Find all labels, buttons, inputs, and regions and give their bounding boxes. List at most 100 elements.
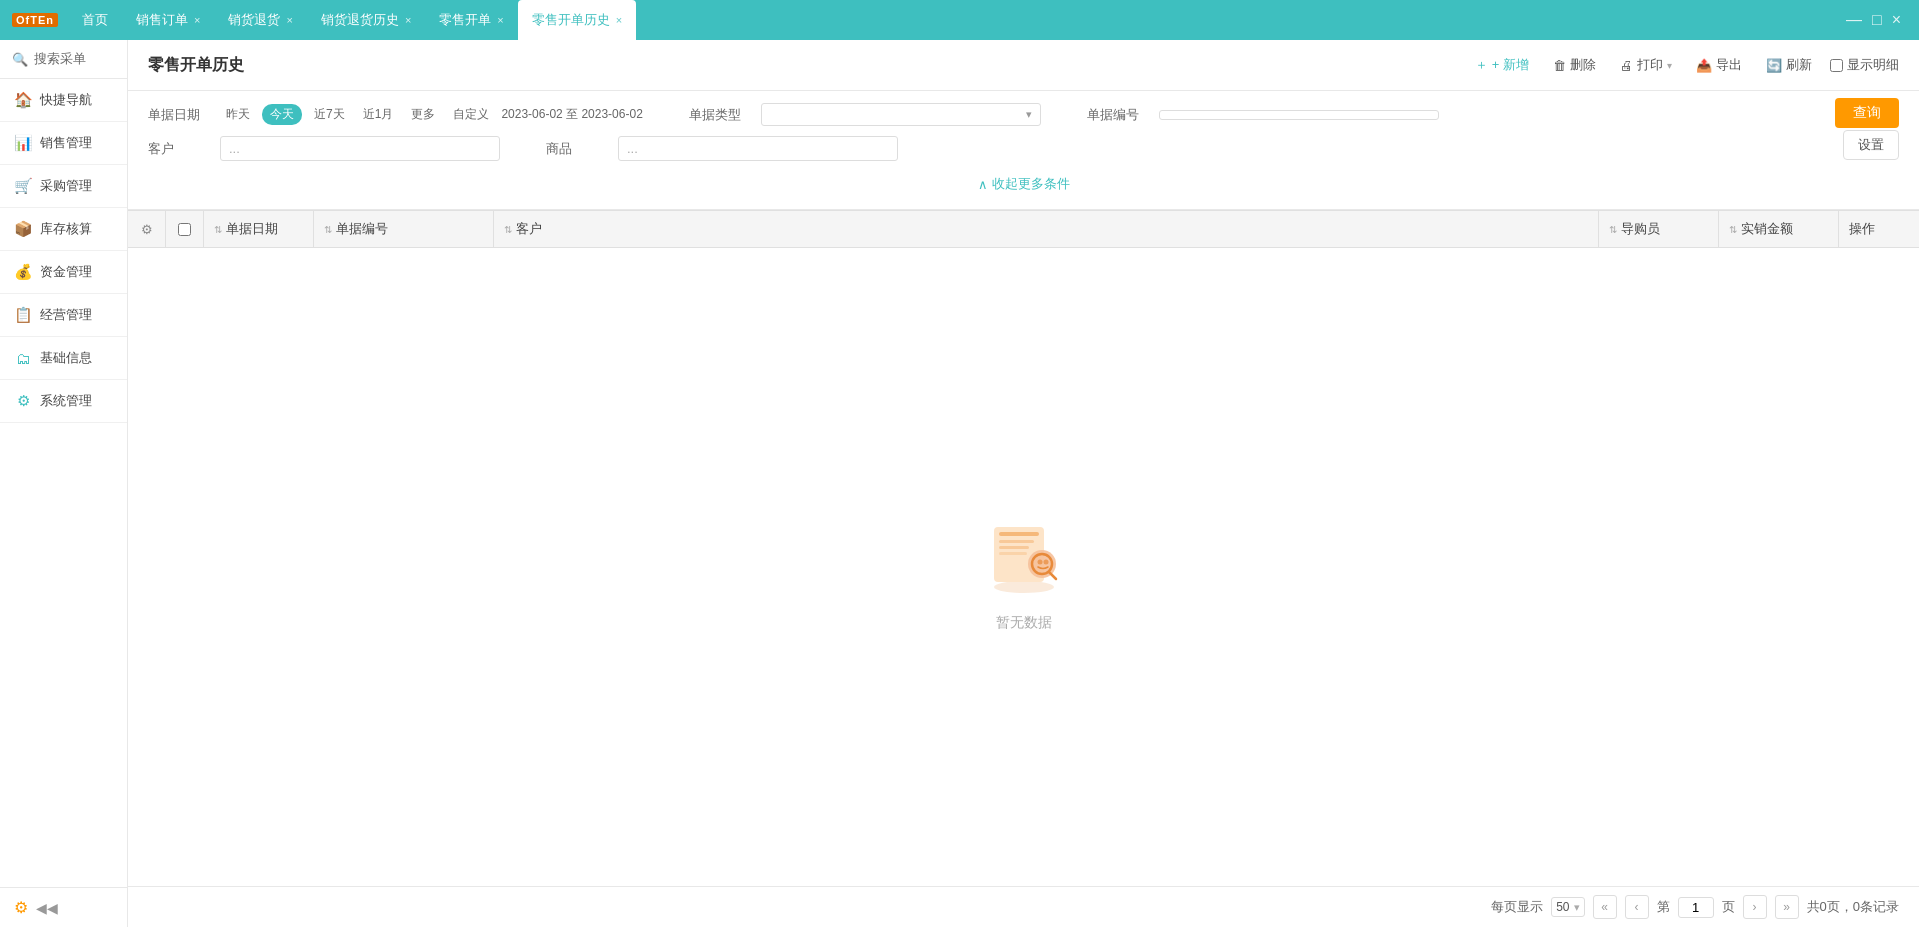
settings-icon[interactable]: ⚙ [14,898,28,917]
sidebar-item-finance-label: 资金管理 [40,263,92,281]
tab-sales-return-history[interactable]: 销货退货历史 × [307,0,425,40]
type-filter-select[interactable]: ▾ [761,103,1041,126]
th-date-sort-icon[interactable]: ⇅ [214,224,222,235]
inventory-icon: 📦 [14,220,32,238]
tab-sales-order[interactable]: 销售订单 × [122,0,214,40]
operation-icon: 📋 [14,306,32,324]
th-amount-sort-icon[interactable]: ⇅ [1729,224,1737,235]
th-guide: ⇅ 导购员 [1599,211,1719,247]
date-btn-today[interactable]: 今天 [262,104,302,125]
sidebar-bottom: ⚙ ◀◀ [0,887,127,927]
purchase-mgmt-icon: 🛒 [14,177,32,195]
per-page-select[interactable]: 50 ▾ [1551,897,1584,917]
sys-mgmt-icon: ⚙ [14,392,32,410]
content-area: 零售开单历史 ＋ + 新增 🗑 删除 🖨 打印 ▾ 📤 导出 [128,40,1919,927]
svg-rect-5 [999,552,1027,555]
select-all-checkbox[interactable] [178,223,191,236]
goods-filter-label: 商品 [546,140,602,158]
th-num-label: 单据编号 [336,220,388,238]
page-header: 零售开单历史 ＋ + 新增 🗑 删除 🖨 打印 ▾ 📤 导出 [128,40,1919,91]
tab-sales-return-close[interactable]: × [286,14,292,26]
tab-sales-return[interactable]: 销货退货 × [214,0,306,40]
filter-row-1: 单据日期 昨天 今天 近7天 近1月 更多 自定义 2023-06-02 至 2… [148,103,1899,126]
prev-page-icon: ‹ [1635,900,1639,914]
delete-button[interactable]: 🗑 删除 [1547,52,1602,78]
collapse-sidebar-icon[interactable]: ◀◀ [36,900,58,916]
search-icon: 🔍 [12,52,28,67]
refresh-button[interactable]: 🔄 刷新 [1760,52,1818,78]
refresh-label: 刷新 [1786,56,1812,74]
sales-mgmt-icon: 📊 [14,134,32,152]
settings-button[interactable]: 设置 [1843,130,1899,160]
sidebar-item-finance[interactable]: 💰 资金管理 [0,251,127,294]
sidebar-item-quick-nav-label: 快捷导航 [40,91,92,109]
print-button[interactable]: 🖨 打印 ▾ [1614,52,1678,78]
tab-sales-return-history-close[interactable]: × [405,14,411,26]
th-num-sort-icon[interactable]: ⇅ [324,224,332,235]
sidebar-item-inventory[interactable]: 📦 库存核算 [0,208,127,251]
svg-point-0 [994,581,1054,593]
client-filter-placeholder: ... [229,141,240,156]
table-select-all[interactable] [166,211,204,247]
add-label: + 新增 [1492,56,1529,74]
num-filter-input[interactable] [1159,110,1439,120]
sidebar-item-quick-nav[interactable]: 🏠 快捷导航 [0,79,127,122]
tab-home[interactable]: 首页 [68,0,122,40]
client-filter-input[interactable]: ... [220,136,500,161]
table-settings-button[interactable]: ⚙ [128,211,166,247]
query-button[interactable]: 查询 [1835,98,1899,128]
quick-nav-icon: 🏠 [14,91,32,109]
goods-filter-input[interactable]: ... [618,136,898,161]
sidebar: 🔍 搜索采单 🏠 快捷导航 📊 销售管理 🛒 采购管理 📦 库存核算 💰 资金管… [0,40,128,927]
print-arrow-icon: ▾ [1667,60,1672,71]
date-filters: 昨天 今天 近7天 近1月 更多 自定义 2023-06-02 至 2023-0… [220,104,643,125]
sidebar-search[interactable]: 🔍 搜索采单 [0,40,127,79]
filter-row-2: 客户 ... 商品 ... [148,136,1899,161]
export-button[interactable]: 📤 导出 [1690,52,1748,78]
th-date-label: 单据日期 [226,220,278,238]
tab-retail-open-label: 零售开单 [439,11,491,29]
th-client-sort-icon[interactable]: ⇅ [504,224,512,235]
maximize-icon[interactable]: □ [1872,11,1882,29]
tab-sales-order-close[interactable]: × [194,14,200,26]
last-page-button[interactable]: » [1775,895,1799,919]
sidebar-item-operation[interactable]: 📋 经营管理 [0,294,127,337]
date-btn-more[interactable]: 更多 [405,104,441,125]
date-btn-yesterday[interactable]: 昨天 [220,104,256,125]
goods-filter-placeholder: ... [627,141,638,156]
collapse-more-button[interactable]: ∧ 收起更多条件 [148,171,1899,197]
minimize-icon[interactable]: — [1846,11,1862,29]
th-guide-sort-icon[interactable]: ⇅ [1609,224,1617,235]
close-window-icon[interactable]: × [1892,11,1901,29]
display-detail-input[interactable] [1830,59,1843,72]
tab-retail-open[interactable]: 零售开单 × [425,0,517,40]
svg-point-10 [1043,560,1048,565]
first-page-button[interactable]: « [1593,895,1617,919]
date-btn-custom[interactable]: 自定义 [447,104,495,125]
prev-page-button[interactable]: ‹ [1625,895,1649,919]
main-layout: 🔍 搜索采单 🏠 快捷导航 📊 销售管理 🛒 采购管理 📦 库存核算 💰 资金管… [0,40,1919,927]
sidebar-item-basic-info[interactable]: 🗂 基础信息 [0,337,127,380]
th-amount: ⇅ 实销金额 [1719,211,1839,247]
page-number-input[interactable] [1678,897,1714,918]
date-btn-7days[interactable]: 近7天 [308,104,351,125]
tab-sales-order-label: 销售订单 [136,11,188,29]
sidebar-item-basic-info-label: 基础信息 [40,349,92,367]
empty-icon [974,502,1074,602]
tab-retail-open-history-close[interactable]: × [616,14,622,26]
sidebar-item-sys-mgmt[interactable]: ⚙ 系统管理 [0,380,127,423]
print-label: 打印 [1637,56,1663,74]
tab-retail-open-history[interactable]: 零售开单历史 × [518,0,636,40]
add-button[interactable]: ＋ + 新增 [1469,52,1535,78]
date-filter-label: 单据日期 [148,106,204,124]
next-page-button[interactable]: › [1743,895,1767,919]
sidebar-item-sales-mgmt[interactable]: 📊 销售管理 [0,122,127,165]
th-actions: 操作 [1839,211,1919,247]
tab-home-label: 首页 [82,11,108,29]
display-detail-label: 显示明细 [1847,56,1899,74]
th-client: ⇅ 客户 [494,211,1599,247]
date-btn-1month[interactable]: 近1月 [357,104,400,125]
tab-retail-open-close[interactable]: × [497,14,503,26]
display-detail-checkbox[interactable]: 显示明细 [1830,56,1899,74]
sidebar-item-purchase-mgmt[interactable]: 🛒 采购管理 [0,165,127,208]
